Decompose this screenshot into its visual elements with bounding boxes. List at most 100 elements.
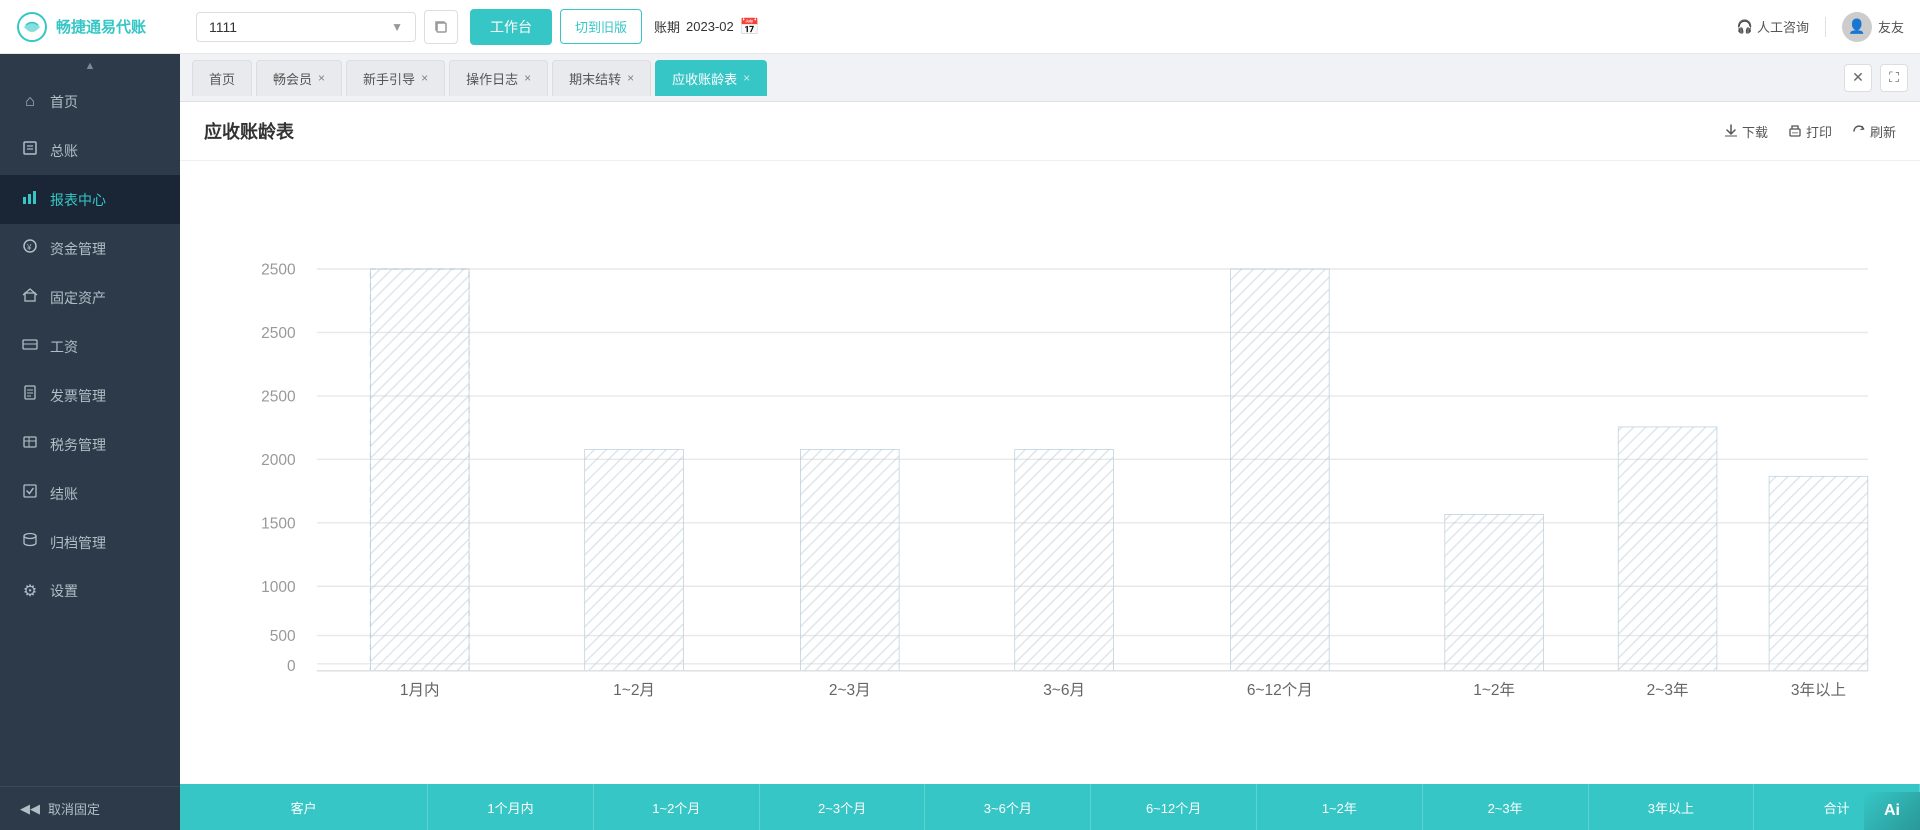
consultation-label: 人工咨询 (1757, 17, 1809, 36)
sidebar-item-archive[interactable]: 归档管理 (0, 518, 180, 567)
main-layout: ▲ ⌂ 首页 总账 (0, 54, 1920, 830)
consultation-area[interactable]: 🎧 人工咨询 (1737, 17, 1809, 36)
sidebar-item-invoice[interactable]: 发票管理 (0, 371, 180, 420)
invoice-icon (20, 385, 40, 406)
cancel-pin-label: 取消固定 (48, 799, 100, 818)
chart-svg: 2500 2500 2500 2000 1500 1000 500 0 (204, 177, 1896, 784)
page-header: 应收账龄表 下载 (180, 102, 1920, 161)
tab-aging-close[interactable]: × (743, 71, 750, 85)
header-divider (1825, 17, 1826, 37)
tab-oplog[interactable]: 操作日志 × (449, 60, 548, 96)
calendar-icon[interactable]: 📅 (740, 17, 760, 37)
content-area: 首页 畅会员 × 新手引导 × 操作日志 × 期末结转 × 应收账龄表 × (180, 54, 1920, 830)
period-area: 账期 2023-02 📅 (654, 17, 760, 37)
svg-text:500: 500 (270, 628, 296, 645)
tab-yearend-label: 期末结转 (569, 69, 621, 88)
user-area[interactable]: 👤 友友 (1842, 12, 1904, 42)
page-actions: 下载 打印 (1724, 122, 1896, 141)
sidebar-item-assets[interactable]: 固定资产 (0, 273, 180, 322)
sidebar-cancel-pin[interactable]: ◀◀ 取消固定 (0, 786, 180, 830)
chart-area: 2500 2500 2500 2000 1500 1000 500 0 (180, 161, 1920, 784)
sidebar-item-settings[interactable]: ⚙ 设置 (0, 567, 180, 615)
ai-badge[interactable]: Ai (1864, 792, 1920, 830)
tab-yearend[interactable]: 期末结转 × (552, 60, 651, 96)
sidebar-item-label-invoice: 发票管理 (50, 386, 106, 406)
tab-home-label: 首页 (209, 69, 235, 88)
sidebar-item-home[interactable]: ⌂ 首页 (0, 78, 180, 126)
tax-icon (20, 434, 40, 455)
sidebar-item-payroll[interactable]: 工资 (0, 322, 180, 371)
tabs-bar: 首页 畅会员 × 新手引导 × 操作日志 × 期末结转 × 应收账龄表 × (180, 54, 1920, 102)
svg-text:0: 0 (287, 658, 296, 675)
refresh-button[interactable]: 刷新 (1852, 122, 1896, 141)
pin-icon: ◀◀ (20, 801, 40, 817)
svg-text:1~2年: 1~2年 (1473, 681, 1515, 699)
sidebar-item-reports[interactable]: 报表中心 (0, 175, 180, 224)
ledger-icon (20, 140, 40, 161)
sidebar-item-label-home: 首页 (50, 92, 78, 112)
svg-text:6~12个月: 6~12个月 (1247, 681, 1313, 699)
svg-text:1月内: 1月内 (400, 681, 440, 699)
top-header: 畅捷通易代账 1111 ▼ 工作台 切到旧版 账期 2023-02 📅 🎧 人工… (0, 0, 1920, 54)
sidebar-item-funds[interactable]: ¥ 资金管理 (0, 224, 180, 273)
page-content: 应收账龄表 下载 (180, 102, 1920, 830)
tab-member-close[interactable]: × (318, 71, 325, 85)
sidebar: ▲ ⌂ 首页 总账 (0, 54, 180, 830)
scroll-up-indicator: ▲ (85, 60, 96, 72)
table-col-1month: 1个月内 (428, 784, 594, 830)
home-icon: ⌂ (20, 93, 40, 111)
funds-icon: ¥ (20, 238, 40, 259)
sidebar-item-ledger[interactable]: 总账 (0, 126, 180, 175)
switch-old-button[interactable]: 切到旧版 (560, 9, 642, 44)
tab-oplog-label: 操作日志 (466, 69, 518, 88)
tab-maximize-button[interactable]: ⛶ (1880, 64, 1908, 92)
svg-text:1500: 1500 (261, 515, 296, 532)
tab-aging-label: 应收账龄表 (672, 69, 737, 88)
tab-aging[interactable]: 应收账龄表 × (655, 60, 767, 96)
sidebar-scroll: ▲ ⌂ 首页 总账 (0, 54, 180, 786)
table-col-1-2month: 1~2个月 (594, 784, 760, 830)
print-label: 打印 (1806, 122, 1832, 141)
sidebar-item-label-funds: 资金管理 (50, 239, 106, 259)
assets-icon (20, 287, 40, 308)
archive-icon (20, 532, 40, 553)
company-dropdown-icon: ▼ (391, 20, 403, 34)
svg-text:3年以上: 3年以上 (1791, 681, 1846, 699)
sidebar-item-label-settlement: 结账 (50, 484, 78, 504)
chart-container: 2500 2500 2500 2000 1500 1000 500 0 (204, 177, 1896, 784)
sidebar-item-settlement[interactable]: 结账 (0, 469, 180, 518)
svg-text:2500: 2500 (261, 325, 296, 342)
tab-close-all-button[interactable]: ✕ (1844, 64, 1872, 92)
tab-home[interactable]: 首页 (192, 60, 252, 96)
table-col-customer: 客户 (180, 784, 428, 830)
ai-badge-label: Ai (1884, 802, 1900, 819)
tab-yearend-close[interactable]: × (627, 71, 634, 85)
download-button[interactable]: 下载 (1724, 122, 1768, 141)
download-label: 下载 (1742, 122, 1768, 141)
user-label: 友友 (1878, 17, 1904, 36)
tabs-actions: ✕ ⛶ (1844, 64, 1908, 92)
sidebar-item-tax[interactable]: 税务管理 (0, 420, 180, 469)
company-selector[interactable]: 1111 ▼ (196, 12, 416, 42)
print-button[interactable]: 打印 (1788, 122, 1832, 141)
svg-text:2000: 2000 (261, 452, 296, 469)
company-name: 1111 (209, 19, 385, 35)
logo-icon (16, 11, 48, 43)
tab-member[interactable]: 畅会员 × (256, 60, 342, 96)
page-title: 应收账龄表 (204, 118, 294, 144)
tab-guide-close[interactable]: × (421, 71, 428, 85)
sidebar-item-label-archive: 归档管理 (50, 533, 106, 553)
table-header: 客户 1个月内 1~2个月 2~3个月 3~6个月 6~12个月 1~2年 2~… (180, 784, 1920, 830)
svg-text:3~6月: 3~6月 (1043, 682, 1085, 699)
tab-member-label: 畅会员 (273, 69, 312, 88)
workbench-button[interactable]: 工作台 (470, 9, 552, 45)
svg-text:¥: ¥ (26, 243, 32, 252)
tab-guide[interactable]: 新手引导 × (346, 60, 445, 96)
sidebar-item-label-tax: 税务管理 (50, 435, 106, 455)
table-col-6-12month: 6~12个月 (1091, 784, 1257, 830)
sidebar-item-label-payroll: 工资 (50, 337, 78, 357)
tab-oplog-close[interactable]: × (524, 71, 531, 85)
copy-button[interactable] (424, 10, 458, 44)
refresh-label: 刷新 (1870, 122, 1896, 141)
sidebar-item-label-reports: 报表中心 (50, 190, 106, 210)
